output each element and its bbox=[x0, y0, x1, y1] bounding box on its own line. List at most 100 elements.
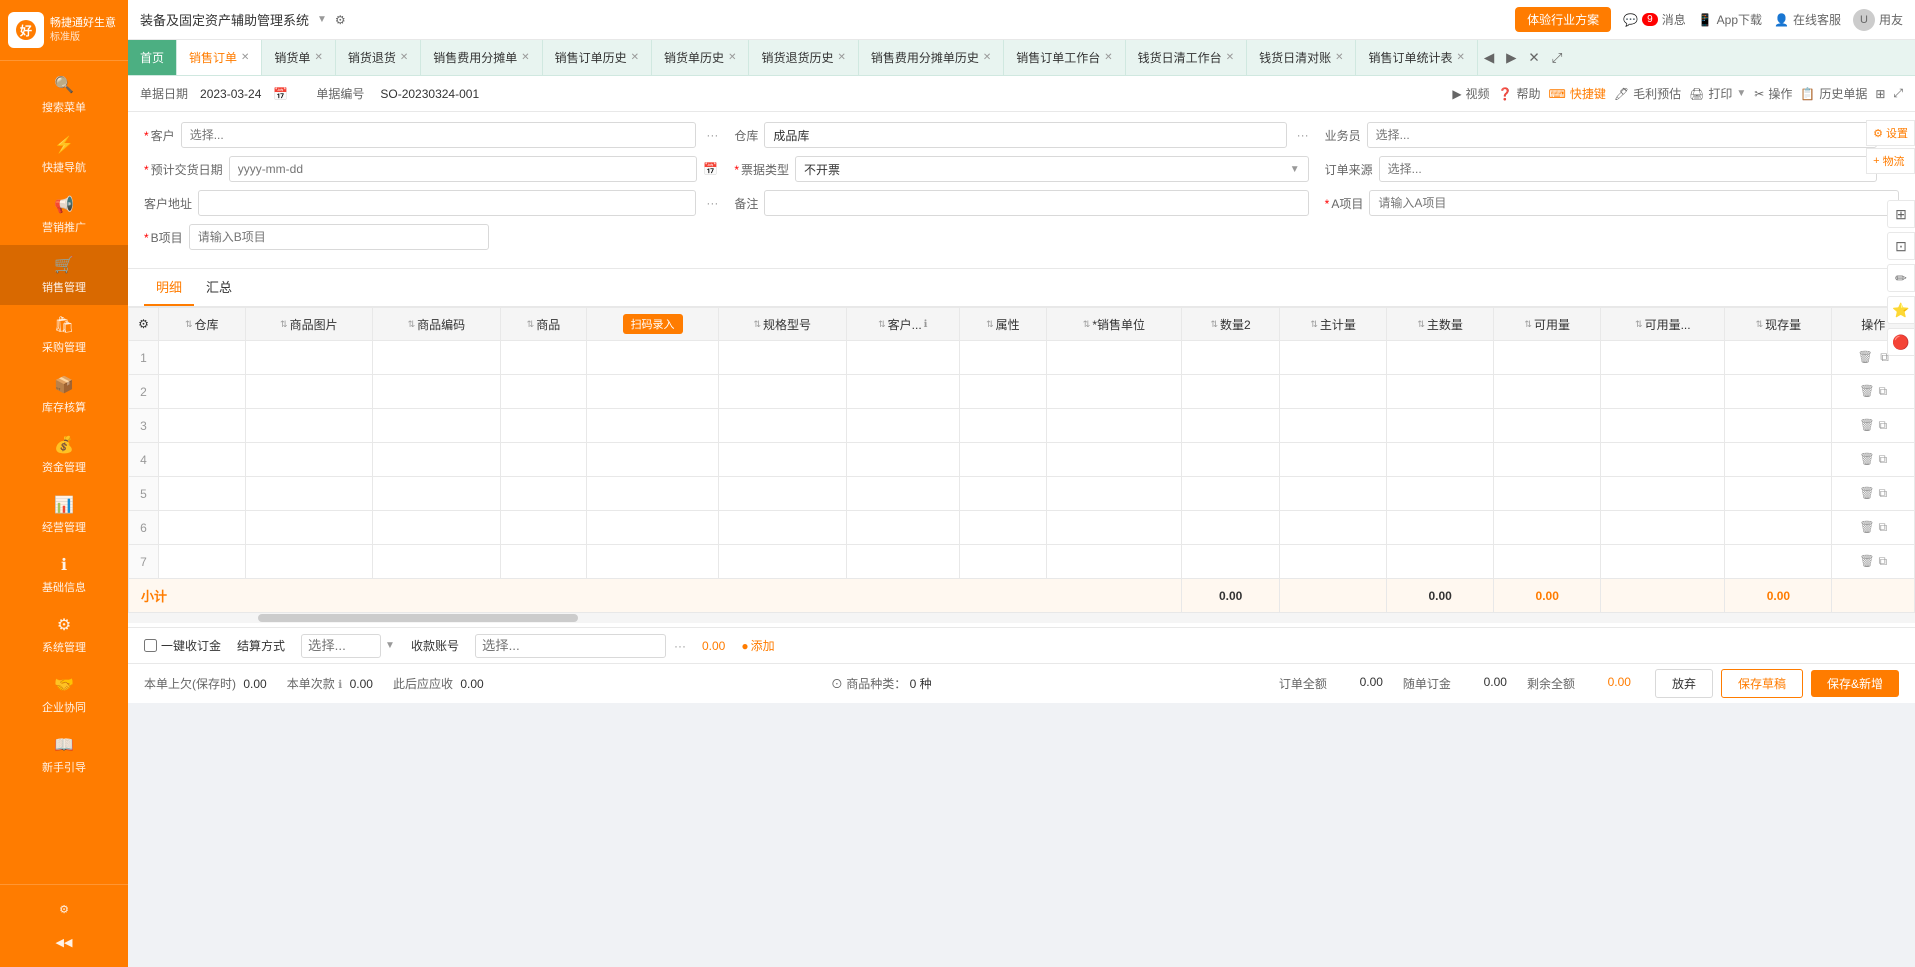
tab-expand-btn[interactable]: ⤢ bbox=[1546, 40, 1569, 76]
delete-icon[interactable]: 🗑 bbox=[1859, 452, 1874, 466]
tab-sales-receipt[interactable]: 销货单 ✕ bbox=[262, 40, 335, 76]
delete-icon[interactable]: 🗑 bbox=[1858, 350, 1873, 364]
cell-qty2[interactable] bbox=[1182, 375, 1280, 409]
cell-stock[interactable] bbox=[1725, 341, 1832, 375]
cell-attr[interactable] bbox=[960, 443, 1047, 477]
cell-warehouse[interactable] bbox=[159, 545, 246, 579]
cell-image[interactable] bbox=[245, 511, 373, 545]
delete-icon[interactable]: 🗑 bbox=[1859, 418, 1874, 432]
cell-scan[interactable] bbox=[587, 409, 719, 443]
cell-available2[interactable] bbox=[1601, 409, 1725, 443]
message-btn[interactable]: 💬 9 消息 bbox=[1623, 11, 1686, 28]
cell-attr[interactable] bbox=[960, 545, 1047, 579]
sidebar-item-system[interactable]: ⚙ 系统管理 bbox=[0, 605, 128, 665]
delivery-input[interactable] bbox=[229, 156, 698, 182]
cell-warehouse[interactable] bbox=[159, 443, 246, 477]
cell-qty2[interactable] bbox=[1182, 545, 1280, 579]
tab-close-icon[interactable]: ✕ bbox=[521, 52, 529, 63]
fullscreen-btn[interactable]: ⤢ bbox=[1893, 86, 1903, 101]
cell-scan[interactable] bbox=[587, 341, 719, 375]
rp-btn-2[interactable]: ⊡ bbox=[1887, 232, 1915, 260]
cell-stock[interactable] bbox=[1725, 477, 1832, 511]
tab-close-icon[interactable]: ✕ bbox=[1457, 52, 1465, 63]
sidebar-item-inventory[interactable]: 📦 库存核算 bbox=[0, 365, 128, 425]
save-draft-button[interactable]: 保存草稿 bbox=[1721, 669, 1803, 698]
cell-spec[interactable] bbox=[718, 375, 846, 409]
layout-btn[interactable]: ⊞ bbox=[1875, 87, 1885, 101]
cell-main-qty[interactable] bbox=[1387, 511, 1494, 545]
cell-code[interactable] bbox=[373, 375, 501, 409]
one-click-label[interactable]: 一键收订金 bbox=[144, 637, 221, 654]
solution-button[interactable]: 体验行业方案 bbox=[1515, 7, 1611, 32]
cell-code[interactable] bbox=[373, 409, 501, 443]
tab-return-history[interactable]: 销货退货历史 ✕ bbox=[749, 40, 858, 76]
tab-close-icon[interactable]: ✕ bbox=[631, 52, 639, 63]
add-material-btn[interactable]: + 物流 bbox=[1866, 148, 1915, 174]
scroll-thumb[interactable] bbox=[258, 614, 578, 622]
cell-main-unit[interactable] bbox=[1280, 375, 1387, 409]
cell-stock[interactable] bbox=[1725, 443, 1832, 477]
tab-close-icon[interactable]: ✕ bbox=[1335, 52, 1343, 63]
cell-customer-code[interactable] bbox=[846, 511, 960, 545]
tab-next-btn[interactable]: ▶ bbox=[1500, 40, 1522, 76]
sidebar-item-marketing[interactable]: 📢 营销推广 bbox=[0, 185, 128, 245]
tab-detail[interactable]: 明细 bbox=[144, 269, 194, 306]
cell-available2[interactable] bbox=[1601, 545, 1725, 579]
delivery-calendar-icon[interactable]: 📅 bbox=[703, 162, 718, 176]
cell-stock[interactable] bbox=[1725, 409, 1832, 443]
cell-attr[interactable] bbox=[960, 477, 1047, 511]
cell-spec[interactable] bbox=[718, 477, 846, 511]
address-input[interactable] bbox=[198, 190, 696, 216]
cell-main-qty[interactable] bbox=[1387, 545, 1494, 579]
cell-code[interactable] bbox=[373, 443, 501, 477]
add-button[interactable]: ● 添加 bbox=[741, 637, 774, 654]
cell-customer-code[interactable] bbox=[846, 477, 960, 511]
sidebar-item-sales[interactable]: 🛒 销售管理 bbox=[0, 245, 128, 305]
cell-qty2[interactable] bbox=[1182, 511, 1280, 545]
cell-main-unit[interactable] bbox=[1280, 511, 1387, 545]
cell-qty2[interactable] bbox=[1182, 341, 1280, 375]
cell-stock[interactable] bbox=[1725, 545, 1832, 579]
rp-btn-4[interactable]: ⭐ bbox=[1887, 296, 1915, 324]
tab-prev-btn[interactable]: ◀ bbox=[1478, 40, 1500, 76]
sidebar-item-basics[interactable]: ℹ 基础信息 bbox=[0, 545, 128, 605]
cell-main-unit[interactable] bbox=[1280, 443, 1387, 477]
shortcut-btn[interactable]: ⌨ 快捷键 bbox=[1549, 85, 1606, 102]
cell-warehouse[interactable] bbox=[159, 341, 246, 375]
delete-icon[interactable]: 🗑 bbox=[1859, 486, 1874, 500]
customer-input[interactable] bbox=[181, 122, 697, 148]
cell-image[interactable] bbox=[245, 545, 373, 579]
delete-icon[interactable]: 🗑 bbox=[1859, 554, 1874, 568]
cell-product[interactable] bbox=[500, 375, 587, 409]
cell-available2[interactable] bbox=[1601, 443, 1725, 477]
tab-close-icon[interactable]: ✕ bbox=[1104, 52, 1112, 63]
b-project-input[interactable] bbox=[189, 224, 489, 250]
tab-close-icon[interactable]: ✕ bbox=[728, 52, 736, 63]
cell-product[interactable] bbox=[500, 409, 587, 443]
cell-main-qty[interactable] bbox=[1387, 443, 1494, 477]
cell-available1[interactable] bbox=[1494, 511, 1601, 545]
history-btn[interactable]: 📋 历史单据 bbox=[1800, 85, 1867, 102]
warehouse-input[interactable] bbox=[764, 122, 1286, 148]
cell-product[interactable] bbox=[500, 545, 587, 579]
cell-main-qty[interactable] bbox=[1387, 341, 1494, 375]
cell-available2[interactable] bbox=[1601, 477, 1725, 511]
save-new-button[interactable]: 保存&新增 bbox=[1811, 670, 1899, 697]
cell-scan[interactable] bbox=[587, 375, 719, 409]
customer-more-icon[interactable]: ··· bbox=[706, 128, 718, 142]
cell-qty2[interactable] bbox=[1182, 409, 1280, 443]
profit-btn[interactable]: 🖊 毛利预估 bbox=[1614, 85, 1681, 102]
cell-spec[interactable] bbox=[718, 511, 846, 545]
cell-attr[interactable] bbox=[960, 375, 1047, 409]
sidebar-item-operations[interactable]: 📊 经营管理 bbox=[0, 485, 128, 545]
cell-main-unit[interactable] bbox=[1280, 409, 1387, 443]
cell-scan[interactable] bbox=[587, 511, 719, 545]
copy-icon[interactable]: ⧉ bbox=[1879, 418, 1888, 432]
sidebar-item-quicknav[interactable]: ⚡ 快捷导航 bbox=[0, 125, 128, 185]
sidebar-item-collapse[interactable]: ◀◀ bbox=[0, 926, 128, 959]
cell-product[interactable] bbox=[500, 477, 587, 511]
warehouse-more-icon[interactable]: ··· bbox=[1297, 128, 1309, 142]
cell-main-unit[interactable] bbox=[1280, 341, 1387, 375]
print-btn[interactable]: 🖨 打印 ▼ bbox=[1689, 85, 1746, 102]
col-settings[interactable]: ⚙ bbox=[129, 308, 159, 341]
